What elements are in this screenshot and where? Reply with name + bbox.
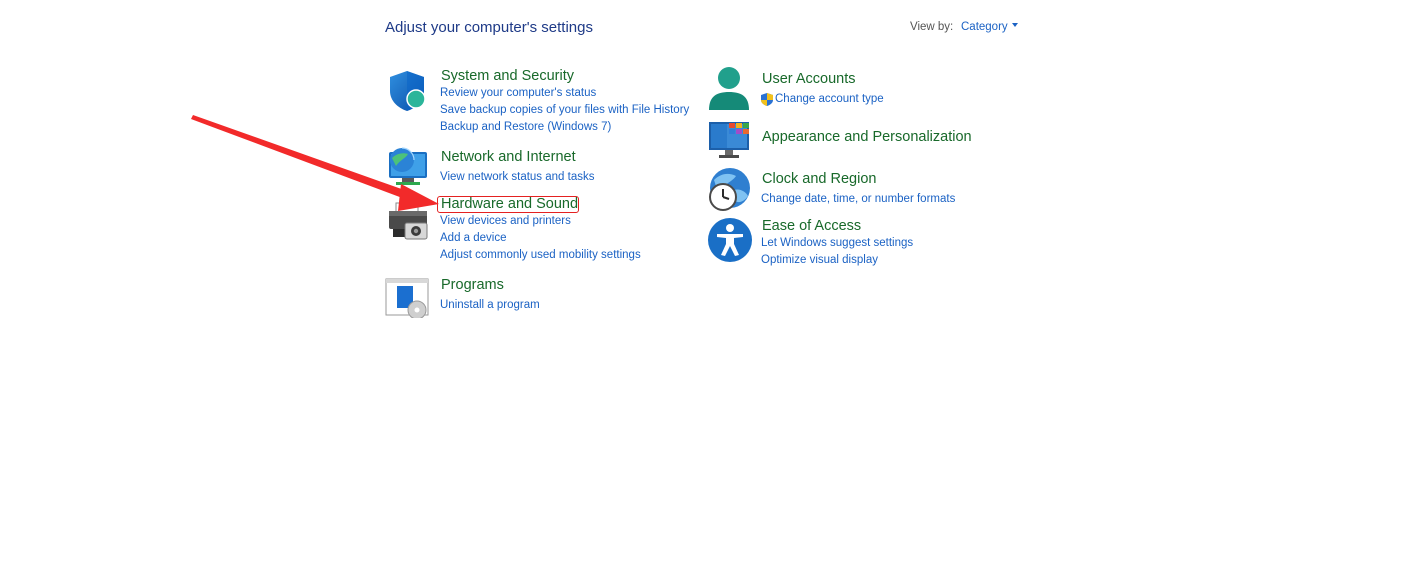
clock-globe-icon[interactable] <box>706 166 754 214</box>
annotation-arrow <box>191 115 439 211</box>
category-title-appearance[interactable]: Appearance and Personalization <box>762 129 972 145</box>
link-network-status[interactable]: View network status and tasks <box>440 171 594 183</box>
programs-icon[interactable] <box>385 278 431 318</box>
link-mobility-settings[interactable]: Adjust commonly used mobility settings <box>440 249 641 261</box>
link-optimize-display[interactable]: Optimize visual display <box>761 254 878 266</box>
view-by-value: Category <box>961 21 1008 33</box>
uac-shield-icon <box>761 93 773 106</box>
link-date-time-formats[interactable]: Change date, time, or number formats <box>761 193 955 205</box>
shield-icon[interactable] <box>386 69 430 113</box>
printer-icon[interactable] <box>387 201 431 241</box>
category-title-system-and-security[interactable]: System and Security <box>441 68 574 84</box>
chevron-down-icon <box>1011 22 1018 27</box>
accessibility-icon[interactable] <box>707 217 753 263</box>
link-file-history[interactable]: Save backup copies of your files with Fi… <box>440 104 689 116</box>
link-windows-suggest[interactable]: Let Windows suggest settings <box>761 237 913 249</box>
monitor-icon[interactable] <box>707 120 753 160</box>
link-change-account-type[interactable]: Change account type <box>775 93 884 105</box>
category-title-network-and-internet[interactable]: Network and Internet <box>441 149 576 165</box>
category-title-ease-of-access[interactable]: Ease of Access <box>762 218 861 234</box>
category-title-programs[interactable]: Programs <box>441 277 504 293</box>
view-by-dropdown[interactable]: Category <box>961 21 1018 33</box>
link-backup-restore[interactable]: Backup and Restore (Windows 7) <box>440 121 611 133</box>
highlight-box <box>437 196 579 213</box>
category-title-clock-and-region[interactable]: Clock and Region <box>762 171 876 187</box>
page-title: Adjust your computer's settings <box>385 19 593 36</box>
link-uninstall-program[interactable]: Uninstall a program <box>440 299 540 311</box>
category-title-user-accounts[interactable]: User Accounts <box>762 71 856 87</box>
link-devices-printers[interactable]: View devices and printers <box>440 215 571 227</box>
network-globe-icon[interactable] <box>386 146 432 190</box>
link-review-status[interactable]: Review your computer's status <box>440 87 596 99</box>
link-add-device[interactable]: Add a device <box>440 232 507 244</box>
user-icon[interactable] <box>707 66 751 112</box>
view-by-label: View by: <box>910 21 954 33</box>
